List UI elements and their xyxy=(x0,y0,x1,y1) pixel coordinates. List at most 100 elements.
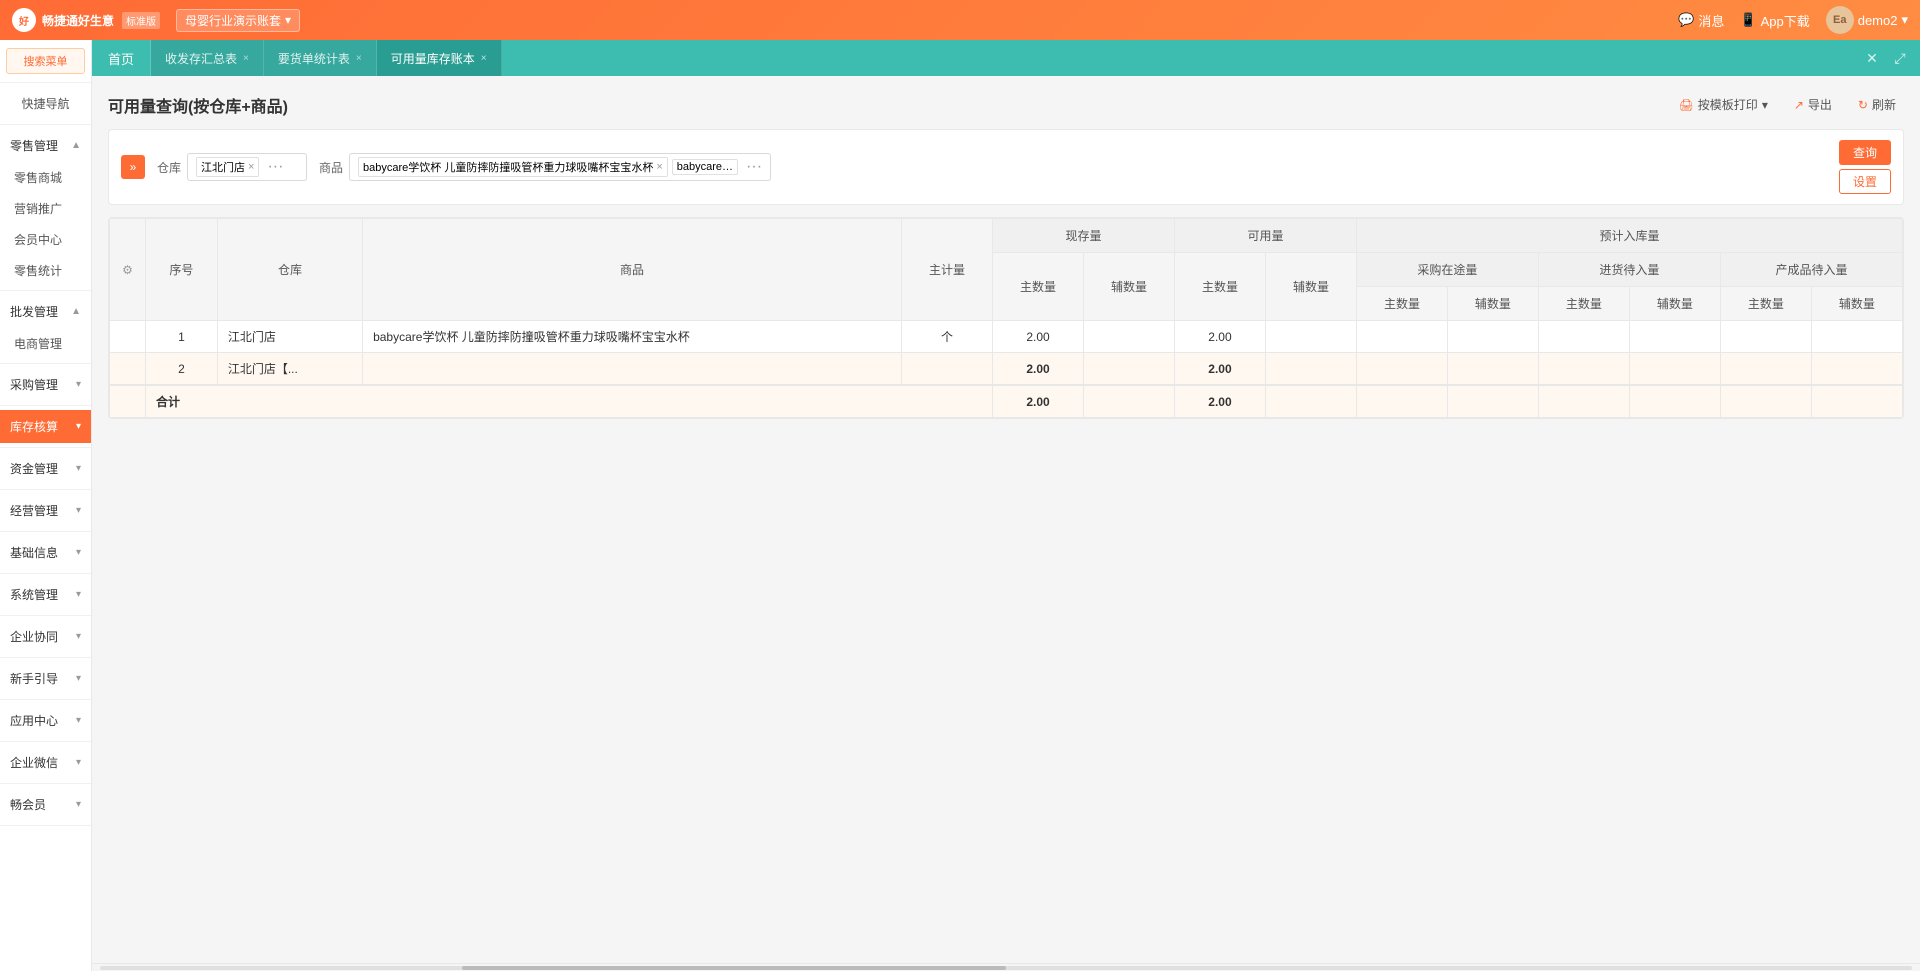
summary-label-cell: 合计 xyxy=(146,385,993,418)
sidebar-section-header-enterprise[interactable]: 企业协同 ▾ xyxy=(0,620,91,653)
sidebar-section-header-basic-info[interactable]: 基础信息 ▾ xyxy=(0,536,91,569)
sidebar-section-basic-info: 基础信息 ▾ xyxy=(0,532,91,574)
sidebar-section-wechat: 企业微信 ▾ xyxy=(0,742,91,784)
cell-stock-main: 2.00 xyxy=(993,321,1084,353)
top-bar: 好 畅捷通好生意 标准版 母婴行业演示账套 ▾ 💬 消息 📱 App下载 Ea … xyxy=(0,0,1920,40)
sidebar-item-retail-mall[interactable]: 零售商城 xyxy=(0,162,91,193)
th-avail-main: 主数量 xyxy=(1174,253,1265,321)
sidebar-section-header-finance[interactable]: 资金管理 ▾ xyxy=(0,452,91,485)
cell-stock-sub xyxy=(1084,321,1175,353)
settings-icon[interactable]: ⚙ xyxy=(122,263,133,277)
tab-close-icon[interactable]: × xyxy=(243,53,249,64)
query-btn[interactable]: 查询 xyxy=(1839,140,1891,165)
remove-product-tag-1-btn[interactable]: × xyxy=(656,161,662,173)
th-stock-group: 现存量 xyxy=(993,219,1175,253)
th-stock-main: 主数量 xyxy=(993,253,1084,321)
chevron-down-icon: ▾ xyxy=(76,421,81,432)
search-menu-btn[interactable]: 搜索菜单 xyxy=(6,48,85,74)
avatar: Ea xyxy=(1826,6,1854,34)
filter-expand-btn[interactable]: » xyxy=(121,155,145,179)
sidebar-item-marketing[interactable]: 营销推广 xyxy=(0,193,91,224)
warehouse-filter: 仓库 江北门店 × ··· xyxy=(157,153,307,181)
maximize-window-btn[interactable]: ⤢ xyxy=(1888,46,1912,70)
app-badge: 标准版 xyxy=(122,12,160,29)
scroll-thumb[interactable] xyxy=(462,966,1006,970)
cell-avail-sub xyxy=(1265,321,1356,353)
warehouse-input[interactable]: 江北门店 × ··· xyxy=(187,153,307,181)
sidebar-section-header-operations[interactable]: 经营管理 ▾ xyxy=(0,494,91,527)
th-no: 序号 xyxy=(146,219,218,321)
main-layout: 搜索菜单 快捷导航 零售管理 ▲ 零售商城 营销推广 会员中心 零售统计 xyxy=(0,40,1920,971)
tab-close-icon[interactable]: × xyxy=(481,53,487,64)
cell-settings xyxy=(110,353,146,386)
tab-order-stats[interactable]: 要货单统计表 × xyxy=(264,40,377,76)
print-btn[interactable]: 🖨 按模板打印 ▾ xyxy=(1671,92,1776,117)
scroll-track[interactable] xyxy=(100,966,1912,970)
top-bar-right: 💬 消息 📱 App下载 Ea demo2 ▾ xyxy=(1678,6,1908,34)
warehouse-more-btn[interactable]: ··· xyxy=(267,159,283,175)
summary-stock-main: 2.00 xyxy=(993,385,1084,418)
horizontal-scrollbar[interactable] xyxy=(92,963,1920,971)
tab-home[interactable]: 首页 xyxy=(92,40,151,76)
sidebar-section-purchase: 采购管理 ▾ xyxy=(0,364,91,406)
sidebar-section-inventory: 库存核算 ▾ xyxy=(0,406,91,448)
cell-avail-main: 2.00 xyxy=(1174,321,1265,353)
message-icon: 💬 xyxy=(1678,12,1694,28)
page-actions: 🖨 按模板打印 ▾ ↗ 导出 ↻ 刷新 xyxy=(1671,92,1904,117)
sidebar-section-header-guide[interactable]: 新手引导 ▾ xyxy=(0,662,91,695)
cell-main-unit: 个 xyxy=(902,321,993,353)
tab-available-inventory[interactable]: 可用量库存账本 × xyxy=(377,40,502,76)
sidebar-section-header-purchase[interactable]: 采购管理 ▾ xyxy=(0,368,91,401)
sidebar-item-member-center[interactable]: 会员中心 xyxy=(0,224,91,255)
warehouse-label: 仓库 xyxy=(157,159,181,176)
sidebar-section-header-app-center[interactable]: 应用中心 ▾ xyxy=(0,704,91,737)
sidebar: 搜索菜单 快捷导航 零售管理 ▲ 零售商城 营销推广 会员中心 零售统计 xyxy=(0,40,92,971)
export-btn[interactable]: ↗ 导出 xyxy=(1786,92,1840,117)
cell-product xyxy=(363,353,902,386)
sidebar-section-enterprise: 企业协同 ▾ xyxy=(0,616,91,658)
summary-avail-sub xyxy=(1265,385,1356,418)
sidebar-section-header-system[interactable]: 系统管理 ▾ xyxy=(0,578,91,611)
th-production-main: 主数量 xyxy=(1720,287,1811,321)
chevron-down-icon: ▾ xyxy=(76,379,81,390)
sidebar-section-header-retail[interactable]: 零售管理 ▲ xyxy=(0,129,91,162)
cell-avail-main: 2.00 xyxy=(1174,353,1265,386)
product-tag-1: babycare学饮杯 儿童防摔防撞吸管杯重力球吸嘴杯宝宝水杯 × xyxy=(358,157,668,177)
chevron-down-icon: ▾ xyxy=(76,589,81,600)
sidebar-section-header-wholesale[interactable]: 批发管理 ▲ xyxy=(0,295,91,328)
settings-btn[interactable]: 设置 xyxy=(1839,169,1891,194)
user-menu[interactable]: Ea demo2 ▾ xyxy=(1826,6,1908,34)
export-icon: ↗ xyxy=(1794,98,1804,112)
chevron-down-icon: ▾ xyxy=(76,505,81,516)
th-purchase-main: 主数量 xyxy=(1356,287,1447,321)
filter-bar: » 仓库 江北门店 × ··· 商品 xyxy=(108,129,1904,205)
sidebar-item-quick-nav[interactable]: 快捷导航 xyxy=(0,87,91,120)
close-window-btn[interactable]: ✕ xyxy=(1860,46,1884,70)
tab-close-icon[interactable]: × xyxy=(356,53,362,64)
chevron-down-icon: ▾ xyxy=(76,463,81,474)
th-purchase-sub: 辅数量 xyxy=(1447,287,1538,321)
sidebar-section-header-inventory[interactable]: 库存核算 ▾ xyxy=(0,410,91,443)
product-tag-2: babycare… xyxy=(672,159,738,175)
cell-production-sub xyxy=(1811,321,1902,353)
remove-warehouse-tag-btn[interactable]: × xyxy=(248,161,254,173)
message-btn[interactable]: 💬 消息 xyxy=(1678,11,1724,30)
cell-main-unit xyxy=(902,353,993,386)
sidebar-section-header-wechat[interactable]: 企业微信 ▾ xyxy=(0,746,91,779)
sidebar-section-header-member[interactable]: 畅会员 ▾ xyxy=(0,788,91,821)
sidebar-item-ecommerce[interactable]: 电商管理 xyxy=(0,328,91,359)
summary-settings-cell xyxy=(110,385,146,418)
tab-stock-summary[interactable]: 收发存汇总表 × xyxy=(151,40,264,76)
sidebar-section-finance: 资金管理 ▾ xyxy=(0,448,91,490)
cell-no: 1 xyxy=(146,321,218,353)
product-label: 商品 xyxy=(319,159,343,176)
refresh-btn[interactable]: ↻ 刷新 xyxy=(1850,92,1904,117)
product-input[interactable]: babycare学饮杯 儿童防摔防撞吸管杯重力球吸嘴杯宝宝水杯 × babyca… xyxy=(349,153,771,181)
app-name: 畅捷通好生意 xyxy=(42,12,114,29)
account-selector[interactable]: 母婴行业演示账套 ▾ xyxy=(176,9,300,32)
sidebar-item-retail-stats[interactable]: 零售统计 xyxy=(0,255,91,286)
refresh-icon: ↻ xyxy=(1858,98,1868,112)
chevron-down-icon: ▾ xyxy=(76,547,81,558)
product-more-btn[interactable]: ··· xyxy=(746,159,762,175)
app-download-btn[interactable]: 📱 App下载 xyxy=(1740,11,1809,30)
